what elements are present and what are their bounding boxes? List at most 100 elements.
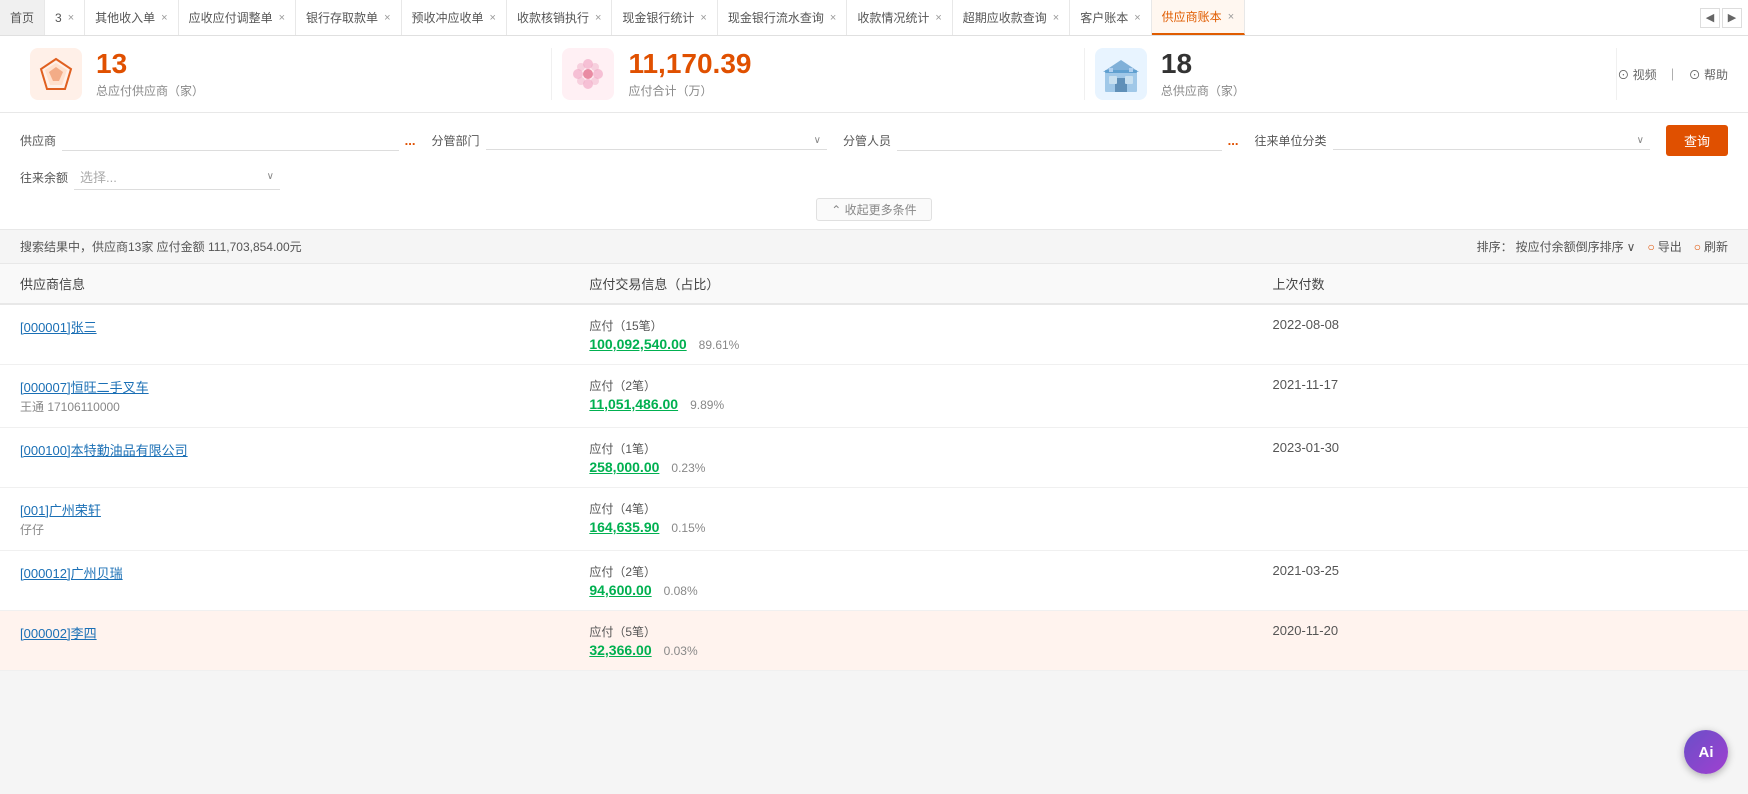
search-button[interactable]: 查询: [1666, 125, 1728, 156]
nav-tab-adjustment[interactable]: 应收应付调整单 ×: [179, 0, 296, 35]
table-row[interactable]: [000001]张三 应付（15笔） 100,092,540.00 89.61%…: [0, 305, 1748, 365]
supplier-link[interactable]: [000002]李四: [20, 623, 589, 642]
tx-row: 11,051,486.00 9.89%: [589, 394, 1272, 412]
tx-amount[interactable]: 258,000.00: [589, 459, 659, 475]
table-row[interactable]: [000007]恒旺二手叉车 王通 17106110000 应付（2笔） 11,…: [0, 365, 1748, 428]
transaction-cell: 应付（2笔） 94,600.00 0.08%: [589, 563, 1272, 598]
table-row[interactable]: [001]广州荣轩 仔仔 应付（4笔） 164,635.90 0.15%: [0, 488, 1748, 551]
tx-percent: 9.89%: [690, 398, 724, 412]
top-nav: 首页 3 × 其他收入单 × 应收应付调整单 × 银行存取款单 × 预收冲应收单…: [0, 0, 1748, 36]
refresh-button[interactable]: ○ 刷新: [1694, 238, 1728, 255]
stat-icon-flower: [562, 48, 614, 100]
person-input[interactable]: [897, 130, 1222, 151]
close-icon[interactable]: ×: [68, 12, 74, 24]
stat-number-total-suppliers: 18: [1161, 49, 1245, 80]
filter-area: 供应商 ... 分管部门 ∨ 分管人员 ... 往来单位分类 ∨ 查询 往来: [0, 113, 1748, 230]
nav-arrows: ◀ ▶: [1694, 8, 1748, 28]
nav-tab-customer-ledger-label: 客户账本: [1080, 9, 1128, 26]
collapse-button[interactable]: ⌃ 收起更多条件: [816, 198, 931, 221]
help-separator: ｜: [1667, 66, 1679, 83]
nav-tab-advance[interactable]: 预收冲应收单 ×: [402, 0, 507, 35]
tx-amount[interactable]: 100,092,540.00: [589, 336, 686, 352]
video-help-link[interactable]: ⊙ 视频: [1617, 66, 1656, 83]
help-link[interactable]: ⊙ 帮助: [1689, 66, 1728, 83]
tx-amount[interactable]: 32,366.00: [589, 642, 651, 658]
nav-tab-home-label: 首页: [10, 9, 34, 26]
balance-select[interactable]: 选择... ∨: [74, 164, 280, 190]
stat-label-payable-suppliers: 总应付供应商（家）: [96, 82, 204, 99]
nav-tab-bank[interactable]: 银行存取款单 ×: [296, 0, 401, 35]
nav-tab-customer-ledger[interactable]: 客户账本 ×: [1070, 0, 1151, 35]
nav-tab-cashbank-stat[interactable]: 现金银行统计 ×: [612, 0, 717, 35]
nav-tab-bank-label: 银行存取款单: [306, 9, 378, 26]
category-chevron-icon: ∨: [1637, 135, 1644, 146]
tx-row: 94,600.00 0.08%: [589, 580, 1272, 598]
nav-tab-overdue[interactable]: 超期应收款查询 ×: [953, 0, 1070, 35]
filter-person: 分管人员 ...: [843, 130, 1239, 151]
close-icon[interactable]: ×: [1134, 12, 1140, 24]
supplier-link[interactable]: [000100]本特勤油品有限公司: [20, 440, 589, 459]
tx-amount[interactable]: 11,051,486.00: [589, 396, 678, 412]
supplier-cell: [000002]李四: [20, 623, 589, 644]
supplier-link[interactable]: [000007]恒旺二手叉车: [20, 377, 589, 396]
stat-icon-diamond: [30, 48, 82, 100]
lastpay-date: 2021-11-17: [1273, 377, 1339, 392]
supplier-link[interactable]: [000001]张三: [20, 317, 589, 336]
tx-label: 应付（2笔）: [589, 377, 1272, 394]
nav-tab-collection-stat[interactable]: 收款情况统计 ×: [847, 0, 952, 35]
table-row[interactable]: [000100]本特勤油品有限公司 应付（1笔） 258,000.00 0.23…: [0, 428, 1748, 488]
balance-select-value: 选择...: [80, 167, 117, 186]
supplier-input[interactable]: [62, 130, 399, 151]
nav-tab-collection-stat-label: 收款情况统计: [857, 9, 929, 26]
sort-button[interactable]: 排序： 按应付余额倒序排序 ∨: [1477, 238, 1636, 255]
nav-tab-cashbank-flow-label: 现金银行流水查询: [728, 9, 824, 26]
tx-percent: 0.08%: [664, 584, 698, 598]
close-icon[interactable]: ×: [279, 12, 285, 24]
close-icon[interactable]: ×: [700, 12, 706, 24]
nav-next-arrow[interactable]: ▶: [1722, 8, 1742, 28]
supplier-dots[interactable]: ...: [405, 133, 416, 148]
nav-tab-collection[interactable]: 收款核销执行 ×: [507, 0, 612, 35]
table-row[interactable]: [000002]李四 应付（5笔） 32,366.00 0.03% 2020-1…: [0, 611, 1748, 671]
nav-prev-arrow[interactable]: ◀: [1700, 8, 1720, 28]
table-row[interactable]: [000012]广州贝瑞 应付（2笔） 94,600.00 0.08% 2021…: [0, 551, 1748, 611]
tx-amount[interactable]: 164,635.90: [589, 519, 659, 535]
close-icon[interactable]: ×: [384, 12, 390, 24]
filter-dept: 分管部门 ∨: [432, 132, 828, 150]
tx-label: 应付（1笔）: [589, 440, 1272, 457]
close-icon[interactable]: ×: [161, 12, 167, 24]
close-icon[interactable]: ×: [490, 12, 496, 24]
table-header: 供应商信息 应付交易信息（占比） 上次付数: [0, 264, 1748, 305]
close-icon[interactable]: ×: [935, 12, 941, 24]
nav-tab-cashbank-flow[interactable]: 现金银行流水查询 ×: [718, 0, 847, 35]
close-icon[interactable]: ×: [1228, 11, 1234, 23]
nav-tab-home[interactable]: 首页: [0, 0, 45, 35]
tx-label: 应付（2笔）: [589, 563, 1272, 580]
export-button[interactable]: ○ 导出: [1647, 238, 1681, 255]
close-icon[interactable]: ×: [1053, 12, 1059, 24]
nav-tab-overdue-label: 超期应收款查询: [963, 9, 1047, 26]
close-icon[interactable]: ×: [830, 12, 836, 24]
nav-tab-3[interactable]: 3 ×: [45, 0, 85, 35]
nav-tab-supplier-ledger[interactable]: 供应商账本 ×: [1152, 0, 1245, 35]
supplier-cell: [000100]本特勤油品有限公司: [20, 440, 589, 461]
ai-badge[interactable]: Ai: [1684, 730, 1728, 774]
person-dots[interactable]: ...: [1228, 133, 1239, 148]
tx-row: 32,366.00 0.03%: [589, 640, 1272, 658]
supplier-sub: 王通 17106110000: [20, 398, 589, 415]
supplier-link[interactable]: [001]广州荣轩: [20, 500, 589, 519]
dept-select[interactable]: ∨: [486, 132, 827, 150]
category-select[interactable]: ∨: [1333, 132, 1650, 150]
stat-text-payable-suppliers: 13 总应付供应商（家）: [96, 49, 204, 99]
tx-amount[interactable]: 94,600.00: [589, 582, 651, 598]
tx-percent: 0.23%: [671, 461, 705, 475]
tx-row: 100,092,540.00 89.61%: [589, 334, 1272, 352]
nav-tab-other-income[interactable]: 其他收入单 ×: [85, 0, 178, 35]
stat-block-total-suppliers: 18 总供应商（家）: [1085, 48, 1617, 100]
supplier-link[interactable]: [000012]广州贝瑞: [20, 563, 589, 582]
category-filter-label: 往来单位分类: [1255, 132, 1327, 149]
results-bar: 搜索结果中，供应商13家 应付金额 111,703,854.00元 排序： 按应…: [0, 230, 1748, 264]
tx-percent: 89.61%: [699, 338, 740, 352]
filter-row-1: 供应商 ... 分管部门 ∨ 分管人员 ... 往来单位分类 ∨ 查询: [20, 125, 1728, 156]
close-icon[interactable]: ×: [595, 12, 601, 24]
